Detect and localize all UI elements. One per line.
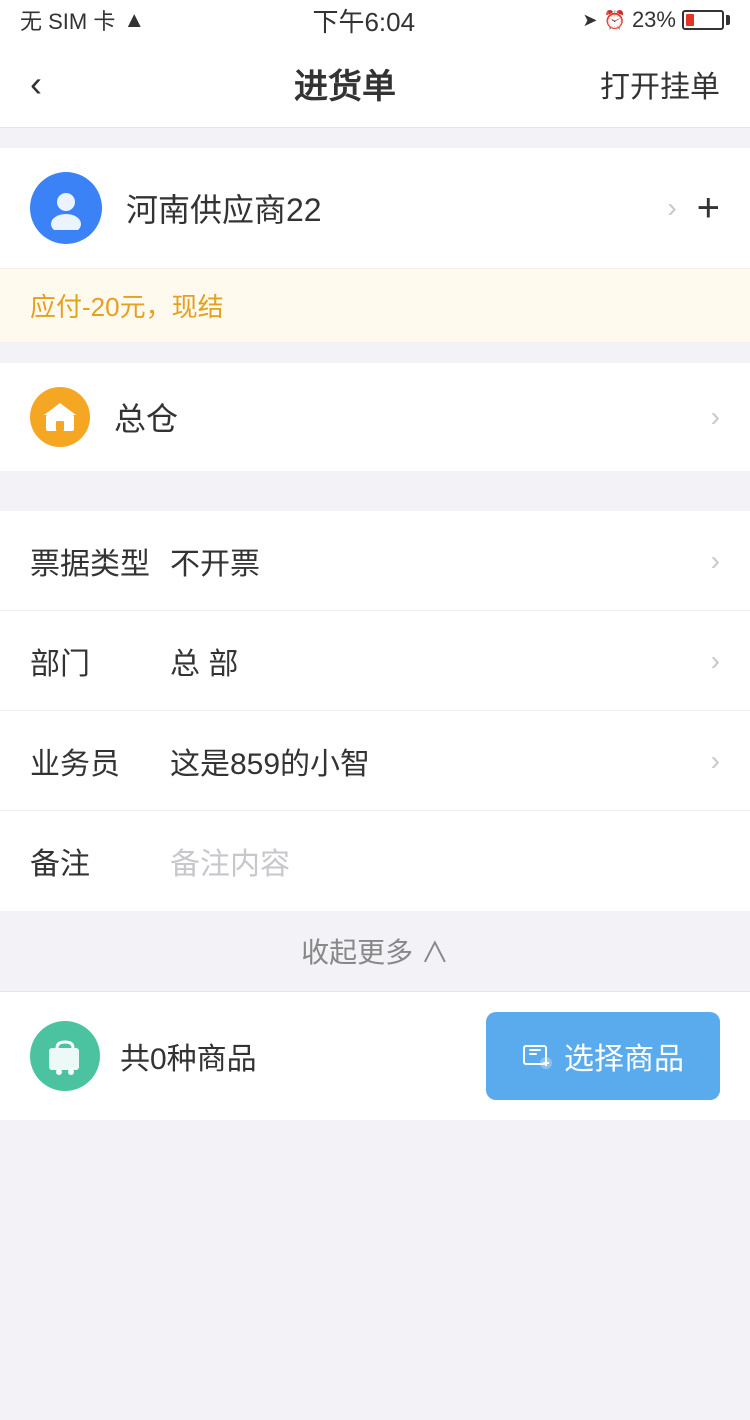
back-button[interactable]: ‹ <box>30 63 90 105</box>
middle-gap1 <box>0 343 750 363</box>
remark-label: 备注 <box>30 839 170 883</box>
warehouse-svg-icon <box>42 399 78 435</box>
status-right: ➤ ⏰ 23% <box>582 7 730 33</box>
salesperson-chevron-icon: › <box>711 745 720 777</box>
user-icon <box>44 186 88 230</box>
supplier-chevron-icon: › <box>667 192 676 224</box>
warehouse-chevron-icon: › <box>711 401 720 433</box>
invoice-type-chevron-icon: › <box>711 545 720 577</box>
alarm-icon: ⏰ <box>604 10 626 31</box>
nav-bar: ‹ 进货单 打开挂单 <box>0 40 750 128</box>
page-background <box>0 1120 750 1420</box>
remark-placeholder: 备注内容 <box>170 839 720 883</box>
invoice-type-row[interactable]: 票据类型 不开票 › <box>0 511 750 611</box>
department-row[interactable]: 部门 总 部 › <box>0 611 750 711</box>
wifi-icon: ▲ <box>123 7 145 33</box>
middle-gap2 <box>0 471 750 491</box>
form-section: 票据类型 不开票 › 部门 总 部 › 业务员 这是859的小智 › 备注 备注… <box>0 511 750 911</box>
product-icon <box>30 1021 100 1091</box>
info-banner: 应付-20元，现结 <box>0 269 750 343</box>
no-sim-label: 无 SIM 卡 <box>20 4 115 36</box>
add-supplier-button[interactable]: + <box>697 186 720 231</box>
department-label: 部门 <box>30 639 170 683</box>
remark-row[interactable]: 备注 备注内容 <box>0 811 750 911</box>
bottom-bar: 共0种商品 选择商品 <box>0 991 750 1120</box>
invoice-type-value: 不开票 <box>170 539 711 583</box>
salesperson-row[interactable]: 业务员 这是859的小智 › <box>0 711 750 811</box>
warehouse-row[interactable]: 总仓 › <box>0 363 750 471</box>
department-value: 总 部 <box>170 639 711 683</box>
salesperson-value: 这是859的小智 <box>170 739 711 783</box>
invoice-type-label: 票据类型 <box>30 539 170 583</box>
collapse-label: 收起更多 ∧ <box>301 931 449 971</box>
status-left: 无 SIM 卡 ▲ <box>20 4 145 36</box>
select-product-icon <box>522 1041 552 1071</box>
warehouse-name: 总仓 <box>114 394 711 440</box>
salesperson-label: 业务员 <box>30 739 170 783</box>
collapse-bar[interactable]: 收起更多 ∧ <box>0 911 750 991</box>
supplier-section: 河南供应商22 › + 应付-20元，现结 <box>0 148 750 343</box>
open-pending-button[interactable]: 打开挂单 <box>600 62 720 106</box>
location-icon: ➤ <box>582 10 597 31</box>
cart-icon <box>45 1036 85 1076</box>
status-time: 下午6:04 <box>312 2 415 39</box>
warehouse-section: 总仓 › <box>0 363 750 471</box>
supplier-name: 河南供应商22 <box>126 185 667 231</box>
supplier-row[interactable]: 河南供应商22 › + <box>0 148 750 269</box>
status-bar: 无 SIM 卡 ▲ 下午6:04 ➤ ⏰ 23% <box>0 0 750 40</box>
battery-icon <box>682 10 730 30</box>
select-product-label: 选择商品 <box>564 1034 684 1078</box>
warehouse-icon <box>30 387 90 447</box>
page-title: 进货单 <box>294 59 396 108</box>
department-chevron-icon: › <box>711 645 720 677</box>
select-product-button[interactable]: 选择商品 <box>486 1012 720 1100</box>
product-count: 共0种商品 <box>120 1034 486 1078</box>
supplier-avatar <box>30 172 102 244</box>
battery-percent: 23% <box>632 7 676 33</box>
top-gap <box>0 128 750 148</box>
